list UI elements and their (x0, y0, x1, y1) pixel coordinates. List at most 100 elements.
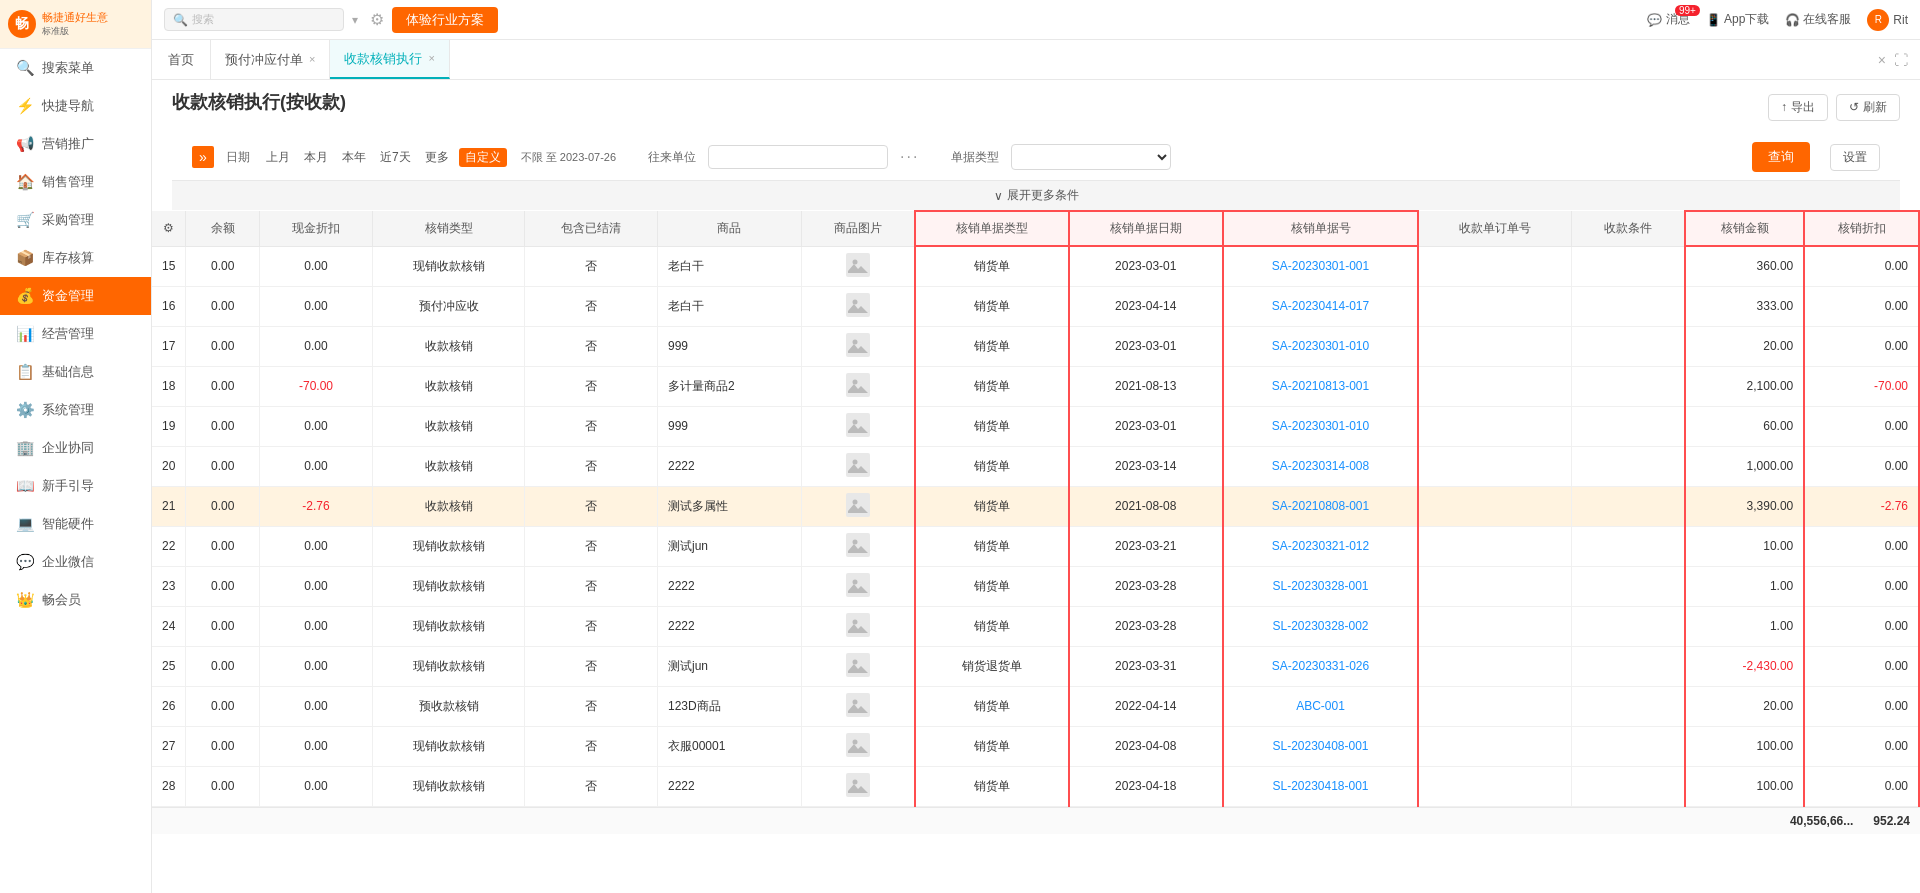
tab-bar: 首页 预付冲应付单 × 收款核销执行 × × ⛶ (152, 40, 1920, 80)
app-download-label: App下载 (1724, 11, 1769, 28)
col-header-verify-amount: 核销金额 (1685, 211, 1804, 246)
search-icon: 🔍 (16, 59, 34, 77)
date-opt-last-month[interactable]: 上月 (262, 148, 294, 167)
notification-area[interactable]: 💬 消息 99+ (1647, 11, 1690, 28)
sidebar-item-member[interactable]: 👑 畅会员 (0, 581, 151, 619)
cash-discount-cell: 0.00 (260, 646, 373, 686)
sidebar-item-operation[interactable]: 📊 经营管理 (0, 315, 151, 353)
goods-image-cell (801, 326, 915, 366)
sidebar-item-system[interactable]: ⚙️ 系统管理 (0, 391, 151, 429)
expand-more-label: 展开更多条件 (1007, 187, 1079, 204)
settings-filter-btn[interactable]: 设置 (1830, 144, 1880, 171)
flash-icon: ⚡ (16, 97, 34, 115)
row-index: 18 (152, 366, 186, 406)
sidebar-item-hardware[interactable]: 💻 智能硬件 (0, 505, 151, 543)
tab-prepay-label: 预付冲应付单 (225, 51, 303, 69)
sidebar-item-wechat[interactable]: 💬 企业微信 (0, 543, 151, 581)
filter-expand-btn[interactable]: » (192, 146, 214, 168)
verify-bill-no-cell[interactable]: SL-20230418-001 (1223, 766, 1419, 806)
sidebar-item-shortcuts[interactable]: ⚡ 快捷导航 (0, 87, 151, 125)
sidebar-item-inventory[interactable]: 📦 库存核算 (0, 239, 151, 277)
sidebar-item-finance[interactable]: 💰 资金管理 (0, 277, 151, 315)
sidebar-item-enterprise[interactable]: 🏢 企业协同 (0, 429, 151, 467)
row-index: 25 (152, 646, 186, 686)
app-download-area[interactable]: 📱 App下载 (1706, 11, 1769, 28)
main-area: 🔍 搜索 ▾ ⚙ 体验行业方案 💬 消息 99+ 📱 App下载 🎧 在线客服 … (152, 0, 1920, 893)
tab-expand-icon[interactable]: ⛶ (1894, 52, 1908, 68)
verify-bill-no-cell[interactable]: SA-20230301-010 (1223, 326, 1419, 366)
book-icon: 📖 (16, 477, 34, 495)
tab-home[interactable]: 首页 (152, 40, 211, 79)
online-service-area[interactable]: 🎧 在线客服 (1785, 11, 1851, 28)
verify-bill-no-cell[interactable]: SA-20230301-001 (1223, 246, 1419, 286)
table-row: 15 0.00 0.00 现销收款核销 否 老白干 销货单 2023-03-01… (152, 246, 1919, 286)
verify-bill-no-link: SA-20230301-010 (1272, 339, 1369, 353)
query-btn[interactable]: 查询 (1752, 142, 1810, 172)
cash-discount-cell: 0.00 (260, 326, 373, 366)
filter-date-options: 上月 本月 本年 近7天 更多 自定义 (262, 148, 507, 167)
content-area: 收款核销执行(按收款) ↑ 导出 ↺ 刷新 » 日期 (152, 80, 1920, 893)
sidebar-item-search[interactable]: 🔍 搜索菜单 (0, 49, 151, 87)
verify-bill-no-cell[interactable]: SL-20230328-001 (1223, 566, 1419, 606)
verify-bill-no-cell[interactable]: SA-20230331-026 (1223, 646, 1419, 686)
date-opt-this-month[interactable]: 本月 (300, 148, 332, 167)
verify-bill-no-cell[interactable]: SL-20230408-001 (1223, 726, 1419, 766)
svg-point-13 (852, 499, 857, 504)
tab-prepay[interactable]: 预付冲应付单 × (211, 40, 330, 79)
settings-top-icon[interactable]: ⚙ (370, 10, 384, 29)
verify-bill-no-cell[interactable]: SA-20210813-001 (1223, 366, 1419, 406)
sidebar-item-purchase[interactable]: 🛒 采购管理 (0, 201, 151, 239)
user-avatar-area[interactable]: R Rit (1867, 9, 1908, 31)
top-search-bar[interactable]: 🔍 搜索 (164, 8, 344, 31)
row-index: 19 (152, 406, 186, 446)
dropdown-icon[interactable]: ▾ (352, 13, 358, 27)
verify-bill-no-cell[interactable]: SA-20230321-012 (1223, 526, 1419, 566)
wechat-icon: 💬 (16, 553, 34, 571)
col-header-settings[interactable]: ⚙ (152, 211, 186, 246)
online-service-label: 在线客服 (1803, 11, 1851, 28)
col-header-cash-discount: 现金折扣 (260, 211, 373, 246)
verify-amount-cell: 1.00 (1685, 566, 1804, 606)
tab-close-all-icon[interactable]: × (1878, 52, 1886, 68)
sidebar-label-inventory: 库存核算 (42, 249, 94, 267)
table-row: 17 0.00 0.00 收款核销 否 999 销货单 2023-03-01 S… (152, 326, 1919, 366)
tab-prepay-close[interactable]: × (309, 54, 315, 65)
sidebar-item-marketing[interactable]: 📢 营销推广 (0, 125, 151, 163)
page-actions: ↑ 导出 ↺ 刷新 (1768, 94, 1900, 121)
date-opt-custom[interactable]: 自定义 (459, 148, 507, 167)
refresh-btn[interactable]: ↺ 刷新 (1836, 94, 1900, 121)
goods-cell: 老白干 (657, 286, 801, 326)
tab-receipt-verify[interactable]: 收款核销执行 × (330, 40, 449, 79)
include-settled-cell: 否 (525, 326, 658, 366)
verify-bill-no-cell[interactable]: SA-20230314-008 (1223, 446, 1419, 486)
sidebar-item-basic[interactable]: 📋 基础信息 (0, 353, 151, 391)
svg-point-1 (852, 259, 857, 264)
bill-type-select[interactable] (1011, 144, 1171, 170)
enterprise-icon: 🏢 (16, 439, 34, 457)
industry-btn[interactable]: 体验行业方案 (392, 7, 498, 33)
balance-cell: 0.00 (186, 446, 260, 486)
verify-bill-no-cell[interactable]: SA-20230414-017 (1223, 286, 1419, 326)
receipt-condition-cell (1571, 686, 1685, 726)
date-opt-more[interactable]: 更多 (421, 148, 453, 167)
from-unit-input[interactable] (708, 145, 888, 169)
tab-receipt-verify-close[interactable]: × (428, 53, 434, 64)
verify-bill-type-cell: 销货单 (915, 526, 1069, 566)
receipt-order-no-cell (1418, 286, 1571, 326)
money-icon: 💰 (16, 287, 34, 305)
sidebar-item-sales[interactable]: 🏠 销售管理 (0, 163, 151, 201)
verify-bill-no-cell[interactable]: SL-20230328-002 (1223, 606, 1419, 646)
sidebar-item-guide[interactable]: 📖 新手引导 (0, 467, 151, 505)
expand-more-icon: ∨ (994, 189, 1003, 203)
cash-discount-cell: 0.00 (260, 766, 373, 806)
export-icon: ↑ (1781, 100, 1787, 114)
expand-more-btn[interactable]: ∨ 展开更多条件 (994, 187, 1079, 204)
verify-bill-no-cell[interactable]: ABC-001 (1223, 686, 1419, 726)
clipboard-icon: 📋 (16, 363, 34, 381)
export-btn[interactable]: ↑ 导出 (1768, 94, 1828, 121)
verify-bill-no-cell[interactable]: SA-20210808-001 (1223, 486, 1419, 526)
date-opt-this-year[interactable]: 本年 (338, 148, 370, 167)
date-opt-7days[interactable]: 近7天 (376, 148, 415, 167)
verify-bill-no-cell[interactable]: SA-20230301-010 (1223, 406, 1419, 446)
verify-bill-type-cell: 销货单 (915, 406, 1069, 446)
